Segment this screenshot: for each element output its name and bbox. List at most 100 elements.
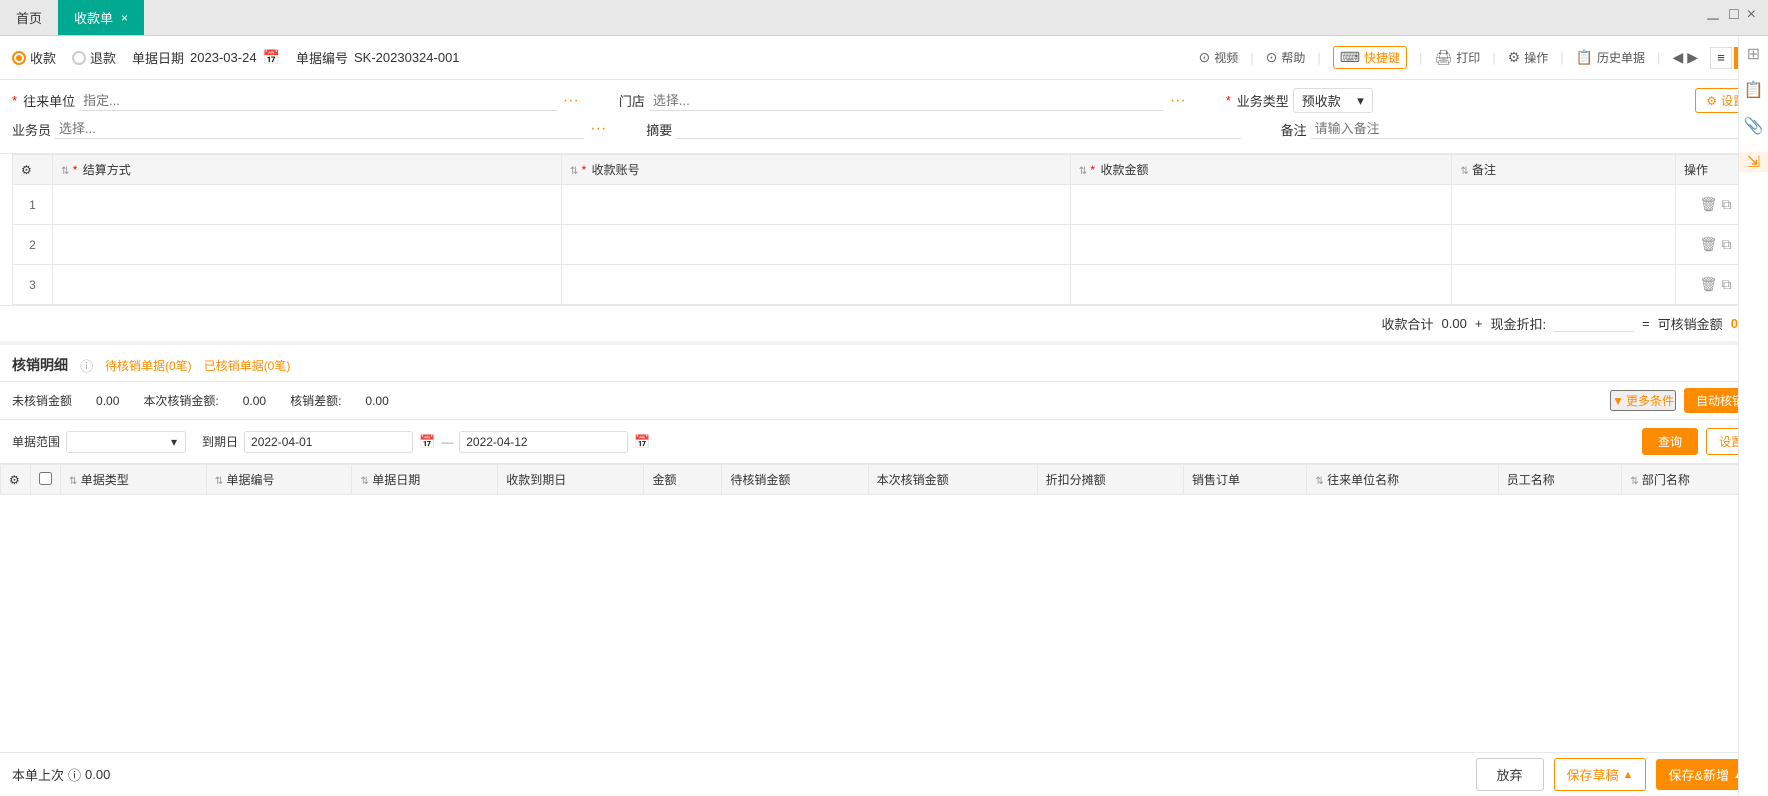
settlement-cell-3[interactable] bbox=[53, 265, 562, 305]
settlement-cell-2[interactable] bbox=[53, 225, 562, 265]
counterpart-input[interactable] bbox=[79, 91, 557, 111]
delete-icon-1[interactable]: 🗑 bbox=[1700, 196, 1718, 213]
remarks-cell-2[interactable] bbox=[1452, 225, 1676, 265]
more-conditions-btn[interactable]: ▼ 更多条件 bbox=[1610, 390, 1676, 411]
save-draft-button[interactable]: 保存草稿 ▲ bbox=[1554, 758, 1647, 791]
amount-header2: 金额 bbox=[644, 465, 722, 495]
counterpart-dots-btn[interactable]: ··· bbox=[563, 92, 579, 110]
business-type-value: 预收款 bbox=[1302, 91, 1341, 110]
gear-header-bottom[interactable]: ⚙ bbox=[1, 465, 31, 495]
copy-icon-3[interactable]: ⧉ bbox=[1721, 276, 1731, 293]
print-icon: 🖨 bbox=[1434, 49, 1452, 66]
number-value[interactable]: SK-20230324-001 bbox=[354, 50, 460, 65]
calendar-to-icon[interactable]: 📅 bbox=[634, 434, 650, 450]
discard-button[interactable]: 放弃 bbox=[1476, 758, 1544, 791]
receipt-radio[interactable]: 收款 bbox=[12, 48, 56, 67]
remarks-input[interactable] bbox=[1311, 119, 1756, 139]
date-from-input[interactable] bbox=[244, 431, 413, 453]
due-date-header: 收款到期日 bbox=[498, 465, 644, 495]
amount-cell-3[interactable] bbox=[1070, 265, 1452, 305]
refund-radio[interactable]: 退款 bbox=[72, 48, 116, 67]
shortcut-btn[interactable]: ⌨ 快捷键 bbox=[1333, 46, 1407, 69]
done-tab[interactable]: 已核销单据(0笔) bbox=[204, 357, 291, 374]
toolbar: 收款 退款 单据日期 2023-03-24 📅 单据编号 SK-20230324… bbox=[0, 36, 1768, 80]
account-cell-3[interactable] bbox=[561, 265, 1070, 305]
range-select[interactable]: ▾ bbox=[66, 431, 186, 453]
gear-icon: ⚙ bbox=[21, 163, 32, 177]
sidebar-icon-4[interactable]: ⇲ bbox=[1739, 152, 1768, 172]
row-num-3: 3 bbox=[13, 265, 53, 305]
video-icon: ⊙ bbox=[1199, 49, 1211, 66]
salesperson-input[interactable] bbox=[55, 119, 584, 139]
amount-cell-1[interactable] bbox=[1070, 185, 1452, 225]
salesperson-label: 业务员 bbox=[12, 120, 51, 139]
account-cell-2[interactable] bbox=[561, 225, 1070, 265]
next-icon[interactable]: ▶ bbox=[1687, 49, 1698, 66]
tab-close-icon[interactable]: × bbox=[121, 11, 128, 25]
remarks-cell-1[interactable] bbox=[1452, 185, 1676, 225]
sort-icon3: ⇅ bbox=[1079, 166, 1087, 177]
row-num-2: 2 bbox=[13, 225, 53, 265]
gear-header[interactable]: ⚙ bbox=[13, 155, 53, 185]
dropdown-arrow-icon: ▾ bbox=[1357, 93, 1364, 109]
video-btn[interactable]: ⊙ 视频 bbox=[1199, 49, 1239, 66]
sidebar-icon-2[interactable]: 📋 bbox=[1739, 80, 1768, 100]
select-all-checkbox[interactable] bbox=[39, 472, 52, 485]
business-type-field: * 业务类型 预收款 ▾ bbox=[1226, 88, 1679, 113]
current-label: 本次核销金额: bbox=[143, 392, 218, 409]
calendar-icon[interactable]: 📅 bbox=[263, 49, 280, 66]
delete-icon-2[interactable]: 🗑 bbox=[1700, 236, 1718, 253]
info-icon[interactable]: ⓘ bbox=[80, 356, 93, 375]
receipt-radio-label: 收款 bbox=[30, 48, 56, 67]
sidebar-icon-3[interactable]: 📎 bbox=[1739, 116, 1768, 136]
salesperson-dots-btn[interactable]: ··· bbox=[590, 120, 606, 138]
amount-header: ⇅ * 收款金额 bbox=[1070, 155, 1452, 185]
business-type-select[interactable]: 预收款 ▾ bbox=[1293, 88, 1373, 113]
bottom-table-section: ⚙ ⇅ 单据类型 ⇅ 单据编号 ⇅ 单据日期 bbox=[0, 464, 1768, 495]
amount-cell-2[interactable] bbox=[1070, 225, 1452, 265]
pending-tab[interactable]: 待核销单据(0笔) bbox=[105, 357, 192, 374]
shortcut-icon: ⌨ bbox=[1340, 49, 1360, 66]
date-to-input[interactable] bbox=[459, 431, 628, 453]
maximize-icon[interactable]: □ bbox=[1729, 6, 1739, 30]
list-view-icon[interactable]: ≡ bbox=[1710, 47, 1732, 69]
checkbox-header[interactable] bbox=[31, 465, 61, 495]
operation-btn[interactable]: ⚙ 操作 bbox=[1508, 49, 1549, 66]
business-type-label: 业务类型 bbox=[1237, 91, 1289, 110]
store-input[interactable] bbox=[649, 91, 1164, 111]
settings-icon: ⚙ bbox=[1706, 94, 1717, 108]
store-dots-btn[interactable]: ··· bbox=[1170, 92, 1186, 110]
divider2: | bbox=[1317, 50, 1320, 65]
delete-icon-3[interactable]: 🗑 bbox=[1700, 276, 1718, 293]
date-value[interactable]: 2023-03-24 bbox=[190, 50, 257, 65]
video-label: 视频 bbox=[1214, 49, 1238, 66]
discount-input[interactable] bbox=[1554, 316, 1634, 332]
close-window-icon[interactable]: × bbox=[1747, 6, 1756, 30]
copy-icon-1[interactable]: ⧉ bbox=[1721, 196, 1731, 213]
prev-icon[interactable]: ◀ bbox=[1672, 49, 1683, 66]
history-btn[interactable]: 📋 历史单据 bbox=[1576, 49, 1645, 66]
number-label: 单据编号 bbox=[296, 48, 348, 67]
sort-icon: ⇅ bbox=[61, 166, 69, 177]
settlement-cell-1[interactable] bbox=[53, 185, 562, 225]
remarks-cell-3[interactable] bbox=[1452, 265, 1676, 305]
calendar-from-icon[interactable]: 📅 bbox=[419, 434, 435, 450]
shortcut-label: 快捷键 bbox=[1364, 49, 1400, 66]
info-icon-footer[interactable]: ⓘ bbox=[68, 765, 81, 784]
operation-icon: ⚙ bbox=[1508, 49, 1521, 66]
copy-icon-2[interactable]: ⧉ bbox=[1721, 236, 1731, 253]
nav-arrows: ◀ ▶ bbox=[1672, 49, 1698, 66]
receipt-table: ⚙ ⇅ * 结算方式 ⇅ * 收款账号 ⇅ * 收款金额 bbox=[12, 154, 1756, 305]
minimize-icon[interactable]: － bbox=[1705, 6, 1721, 30]
bottom-table: ⚙ ⇅ 单据类型 ⇅ 单据编号 ⇅ 单据日期 bbox=[0, 464, 1768, 495]
account-cell-1[interactable] bbox=[561, 185, 1070, 225]
sidebar-icon-1[interactable]: ⊞ bbox=[1739, 44, 1768, 64]
print-btn[interactable]: 🖨 打印 bbox=[1434, 49, 1480, 66]
query-button[interactable]: 查询 bbox=[1642, 428, 1698, 455]
summary-input[interactable] bbox=[676, 119, 1240, 139]
diff-value: 0.00 bbox=[365, 394, 388, 408]
tab-home[interactable]: 首页 bbox=[0, 0, 58, 35]
receipt-refund-toggle: 收款 退款 bbox=[12, 48, 116, 67]
help-btn[interactable]: ⊙ 帮助 bbox=[1266, 49, 1306, 66]
tab-receipt[interactable]: 收款单 × bbox=[58, 0, 144, 35]
